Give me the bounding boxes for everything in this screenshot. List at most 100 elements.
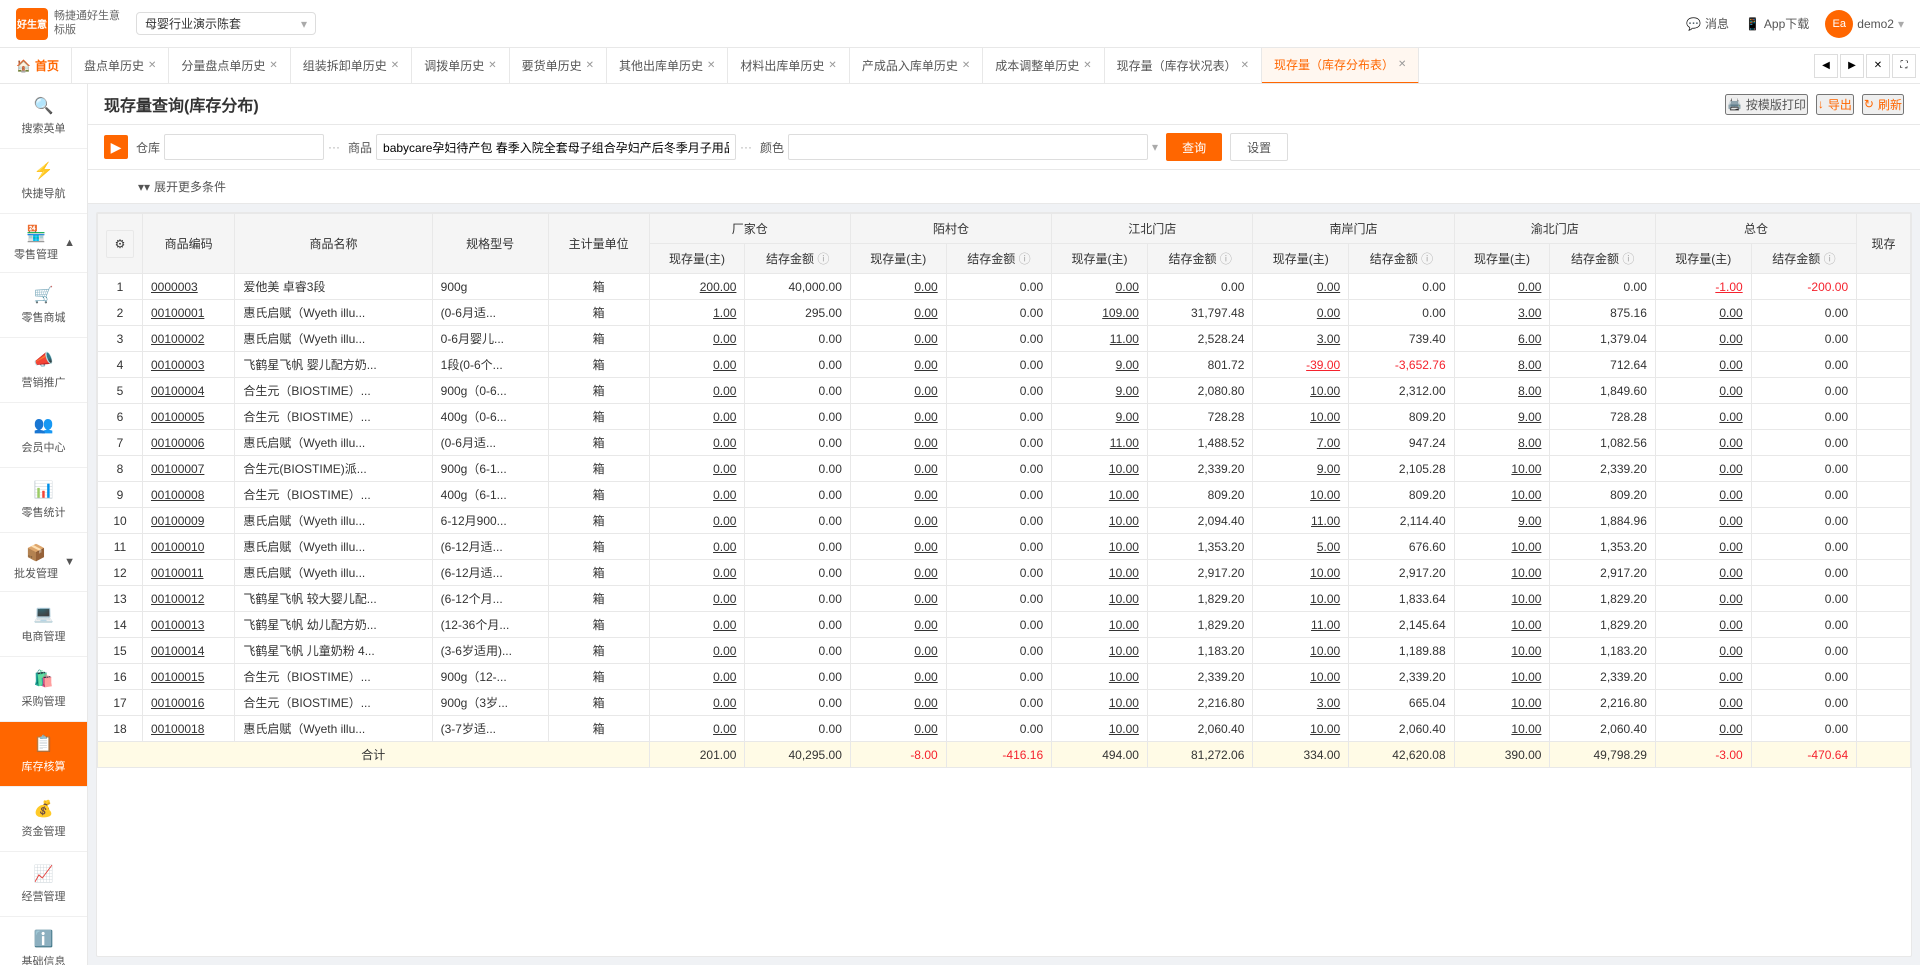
row-jb-qty[interactable]: 10.00: [1052, 456, 1148, 482]
tab-cost-adjust[interactable]: 成本调整单历史 ✕: [983, 48, 1104, 84]
row-code[interactable]: 0000003: [143, 274, 235, 300]
row-cf-qty[interactable]: 0.00: [649, 664, 745, 690]
row-tot-qty[interactable]: 0.00: [1655, 534, 1751, 560]
row-tot-qty[interactable]: 0.00: [1655, 560, 1751, 586]
row-cf-qty[interactable]: 0.00: [649, 716, 745, 742]
tab-close-icon[interactable]: ✕: [828, 60, 836, 71]
tab-stock-status[interactable]: 现存量（库存状况表） ✕: [1105, 48, 1262, 84]
sidebar-item-search[interactable]: 🔍 搜索英单: [0, 84, 87, 149]
tab-sub-inventory-check[interactable]: 分量盘点单历史 ✕: [169, 48, 290, 84]
tab-close-all-btn[interactable]: ✕: [1866, 54, 1890, 78]
row-cf-qty[interactable]: 0.00: [649, 482, 745, 508]
row-cf-qty[interactable]: 0.00: [649, 430, 745, 456]
tab-close-icon[interactable]: ✕: [1083, 60, 1091, 71]
row-mc-qty[interactable]: 0.00: [850, 352, 946, 378]
row-jb-qty[interactable]: 10.00: [1052, 690, 1148, 716]
expand-more-btn[interactable]: ▾▾ 展开更多条件: [138, 174, 1904, 199]
row-code[interactable]: 00100004: [143, 378, 235, 404]
row-yb-qty[interactable]: 9.00: [1454, 508, 1550, 534]
row-mc-qty[interactable]: 0.00: [850, 378, 946, 404]
row-yb-qty[interactable]: 0.00: [1454, 274, 1550, 300]
row-cf-qty[interactable]: 0.00: [649, 612, 745, 638]
row-yb-qty[interactable]: 10.00: [1454, 612, 1550, 638]
row-yb-qty[interactable]: 10.00: [1454, 482, 1550, 508]
system-name-selector[interactable]: 母婴行业演示陈套 ▾: [136, 12, 316, 35]
row-na-qty[interactable]: -39.00: [1253, 352, 1349, 378]
filter-expand-btn[interactable]: ▶: [104, 135, 128, 159]
print-btn[interactable]: 🖨️ 按模版打印: [1725, 94, 1808, 115]
tab-next-btn[interactable]: ▶: [1840, 54, 1864, 78]
th-settings[interactable]: ⚙: [98, 214, 143, 274]
row-na-qty[interactable]: 9.00: [1253, 456, 1349, 482]
sidebar-item-member[interactable]: 👥 会员中心: [0, 403, 87, 468]
row-mc-qty[interactable]: 0.00: [850, 560, 946, 586]
row-jb-qty[interactable]: 10.00: [1052, 638, 1148, 664]
row-yb-qty[interactable]: 10.00: [1454, 690, 1550, 716]
row-code[interactable]: 00100014: [143, 638, 235, 664]
row-code[interactable]: 00100013: [143, 612, 235, 638]
tab-inventory-check[interactable]: 盘点单历史 ✕: [72, 48, 169, 84]
row-mc-qty[interactable]: 0.00: [850, 534, 946, 560]
row-yb-qty[interactable]: 6.00: [1454, 326, 1550, 352]
row-yb-qty[interactable]: 8.00: [1454, 352, 1550, 378]
row-mc-qty[interactable]: 0.00: [850, 638, 946, 664]
row-jb-qty[interactable]: 0.00: [1052, 274, 1148, 300]
row-tot-qty[interactable]: 0.00: [1655, 404, 1751, 430]
row-code[interactable]: 00100007: [143, 456, 235, 482]
row-na-qty[interactable]: 10.00: [1253, 560, 1349, 586]
tab-close-icon[interactable]: ✕: [391, 60, 399, 71]
row-jb-qty[interactable]: 11.00: [1052, 326, 1148, 352]
row-mc-qty[interactable]: 0.00: [850, 274, 946, 300]
row-mc-qty[interactable]: 0.00: [850, 664, 946, 690]
app-download-btn[interactable]: 📱 App下载: [1745, 15, 1809, 32]
row-jb-qty[interactable]: 9.00: [1052, 378, 1148, 404]
row-yb-qty[interactable]: 10.00: [1454, 716, 1550, 742]
row-mc-qty[interactable]: 0.00: [850, 404, 946, 430]
row-yb-qty[interactable]: 8.00: [1454, 430, 1550, 456]
row-na-qty[interactable]: 11.00: [1253, 612, 1349, 638]
row-cf-qty[interactable]: 0.00: [649, 586, 745, 612]
sidebar-item-retail-mgmt[interactable]: 🏪 零售管理 ▲: [0, 214, 87, 273]
tab-close-icon[interactable]: ✕: [269, 60, 277, 71]
row-tot-qty[interactable]: 0.00: [1655, 300, 1751, 326]
row-jb-qty[interactable]: 10.00: [1052, 508, 1148, 534]
row-jb-qty[interactable]: 10.00: [1052, 534, 1148, 560]
settings-icon[interactable]: ⚙: [106, 230, 134, 258]
messages-btn[interactable]: 💬 消息: [1686, 15, 1729, 32]
row-tot-qty[interactable]: 0.00: [1655, 638, 1751, 664]
row-cf-qty[interactable]: 0.00: [649, 690, 745, 716]
row-mc-qty[interactable]: 0.00: [850, 300, 946, 326]
row-cf-qty[interactable]: 0.00: [649, 456, 745, 482]
tab-assembly[interactable]: 组装拆卸单历史 ✕: [291, 48, 412, 84]
row-cf-qty[interactable]: 0.00: [649, 508, 745, 534]
sidebar-item-ecommerce[interactable]: 💻 电商管理: [0, 592, 87, 657]
row-mc-qty[interactable]: 0.00: [850, 508, 946, 534]
tab-close-icon[interactable]: ✕: [148, 60, 156, 71]
row-tot-qty[interactable]: 0.00: [1655, 612, 1751, 638]
row-jb-qty[interactable]: 11.00: [1052, 430, 1148, 456]
row-code[interactable]: 00100016: [143, 690, 235, 716]
row-code[interactable]: 00100012: [143, 586, 235, 612]
tab-order[interactable]: 要货单历史 ✕: [510, 48, 607, 84]
tab-close-icon[interactable]: ✕: [488, 60, 496, 71]
row-na-qty[interactable]: 11.00: [1253, 508, 1349, 534]
row-jb-qty[interactable]: 10.00: [1052, 716, 1148, 742]
row-code[interactable]: 00100011: [143, 560, 235, 586]
color-input[interactable]: [788, 134, 1148, 160]
row-code[interactable]: 00100009: [143, 508, 235, 534]
row-yb-qty[interactable]: 10.00: [1454, 638, 1550, 664]
tab-close-icon[interactable]: ✕: [962, 60, 970, 71]
row-na-qty[interactable]: 10.00: [1253, 664, 1349, 690]
sidebar-item-retail-mall[interactable]: 🛒 零售商城: [0, 273, 87, 338]
row-code[interactable]: 00100005: [143, 404, 235, 430]
row-na-qty[interactable]: 0.00: [1253, 274, 1349, 300]
row-yb-qty[interactable]: 10.00: [1454, 664, 1550, 690]
sidebar-item-purchase[interactable]: 🛍️ 采购管理: [0, 657, 87, 722]
tab-material-out[interactable]: 材料出库单历史 ✕: [728, 48, 849, 84]
goods-input[interactable]: [376, 134, 736, 160]
row-yb-qty[interactable]: 8.00: [1454, 378, 1550, 404]
row-cf-qty[interactable]: 0.00: [649, 404, 745, 430]
row-cf-qty[interactable]: 0.00: [649, 560, 745, 586]
sidebar-item-retail-stats[interactable]: 📊 零售统计: [0, 468, 87, 533]
row-cf-qty[interactable]: 0.00: [649, 326, 745, 352]
